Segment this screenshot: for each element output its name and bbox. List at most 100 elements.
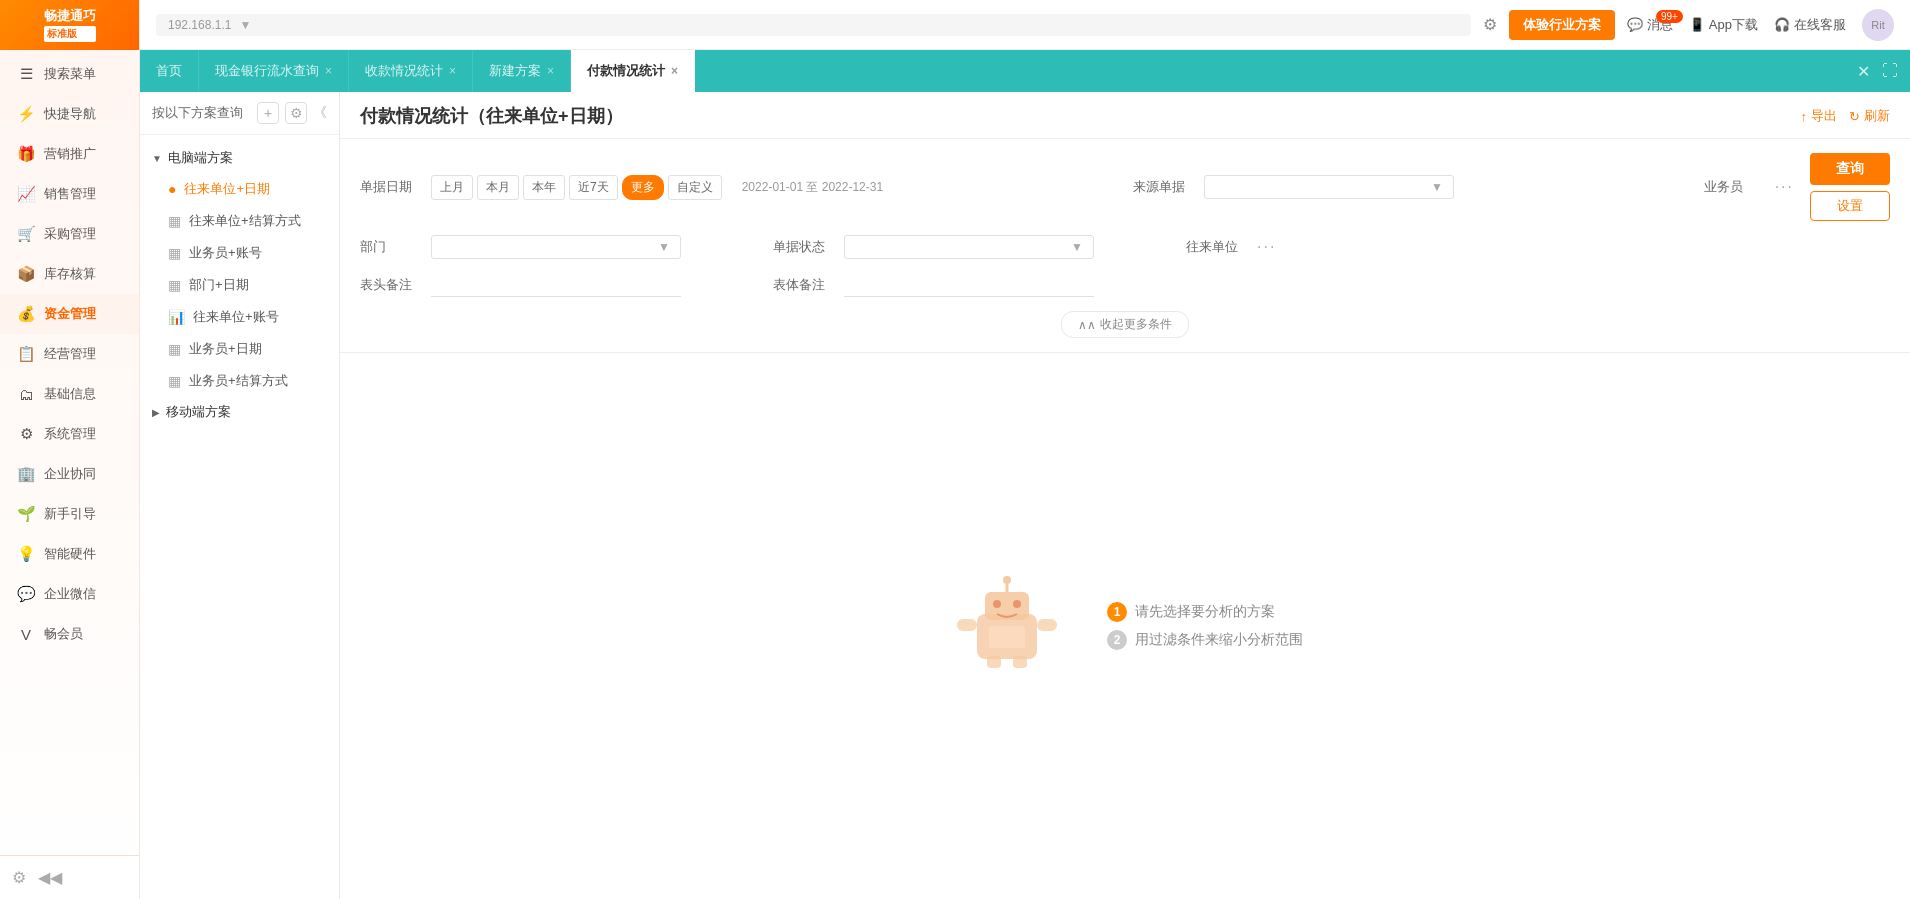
scheme-group-mobile-title[interactable]: ▶ 移动端方案 (140, 397, 339, 427)
svg-rect-6 (957, 619, 977, 631)
scheme-item-unit-settle[interactable]: ▦ 往来单位+结算方式 (140, 205, 339, 237)
user-avatar[interactable]: Rit (1862, 9, 1894, 41)
scheme-item-dept-date-icon: ▦ (168, 277, 181, 293)
tab-newplan[interactable]: 新建方案 × (473, 50, 571, 92)
sidebar-item-management-label: 经营管理 (44, 345, 96, 363)
page-title-bar: 付款情况统计（往来单位+日期） ↑ 导出 ↻ 刷新 (340, 92, 1910, 139)
gear-small-icon: ⚙ (290, 105, 303, 121)
this-year-btn[interactable]: 本年 (523, 175, 565, 200)
tab-fullscreen-icon[interactable]: ⛶ (1882, 62, 1898, 80)
tab-bank[interactable]: 现金银行流水查询 × (199, 50, 349, 92)
topbar-settings-icon[interactable]: ⚙ (1483, 15, 1497, 34)
last7-btn[interactable]: 近7天 (569, 175, 618, 200)
sidebar-item-hardware[interactable]: 💡 智能硬件 (0, 534, 139, 574)
body-note-input[interactable] (844, 273, 1094, 297)
scheme-group-desktop-title[interactable]: ▼ 电脑端方案 (140, 143, 339, 173)
collapse-sidebar-icon[interactable]: ◀◀ (38, 868, 62, 887)
sidebar-item-enterprise[interactable]: 🏢 企业协同 (0, 454, 139, 494)
sidebar-item-basic[interactable]: 🗂 基础信息 (0, 374, 139, 414)
topbar: 192.168.1.1 ▼ ⚙ 体验行业方案 💬 消息 99+ 📱 App下载 … (140, 0, 1910, 50)
plus-icon: + (264, 105, 272, 121)
desktop-arrow-icon: ▼ (152, 153, 162, 164)
scheme-item-unit-settle-icon: ▦ (168, 213, 181, 229)
date-range-text: 2022-01-01 至 2022-12-31 (742, 179, 883, 196)
status-select[interactable]: ▼ (844, 235, 1094, 259)
more-btn[interactable]: 更多 (622, 175, 664, 200)
header-note-input[interactable] (431, 273, 681, 297)
topbar-msg[interactable]: 💬 消息 99+ (1627, 16, 1673, 34)
desktop-group-label: 电脑端方案 (168, 149, 233, 167)
scheme-header-title: 按以下方案查询 (152, 104, 249, 122)
scheme-item-unit-date[interactable]: ● 往来单位+日期 (140, 173, 339, 205)
topbar-app-download[interactable]: 📱 App下载 (1689, 16, 1758, 34)
page-title-actions: ↑ 导出 ↻ 刷新 (1801, 107, 1891, 125)
svg-rect-8 (987, 656, 1001, 668)
sidebar-item-sales[interactable]: 📈 销售管理 (0, 174, 139, 214)
sidebar-item-inventory[interactable]: 📦 库存核算 (0, 254, 139, 294)
sidebar-item-management[interactable]: 📋 经营管理 (0, 334, 139, 374)
scheme-item-staff-account[interactable]: ▦ 业务员+账号 (140, 237, 339, 269)
sidebar-item-weixin-label: 企业微信 (44, 585, 96, 603)
sidebar-item-weixin[interactable]: 💬 企业微信 (0, 574, 139, 614)
scheme-collapse-btn[interactable]: 《 (313, 104, 327, 122)
sidebar-item-finance[interactable]: 💰 资金管理 (0, 294, 139, 334)
app-logo: 畅捷通巧 标准版 (0, 0, 139, 50)
refresh-icon: ↻ (1849, 109, 1860, 124)
topbar-service[interactable]: 🎧 在线客服 (1774, 16, 1846, 34)
collapse-more-btn[interactable]: ∧∧ 收起更多条件 (1061, 311, 1189, 338)
page-title: 付款情况统计（往来单位+日期） (360, 104, 623, 128)
mobile-arrow-icon: ▶ (152, 407, 160, 418)
scheme-group-desktop: ▼ 电脑端方案 ● 往来单位+日期 ▦ 往来单位+结算方式 ▦ 业务员+账号 (140, 143, 339, 397)
sidebar-item-guide-label: 新手引导 (44, 505, 96, 523)
scheme-item-unit-account[interactable]: 📊 往来单位+账号 (140, 301, 339, 333)
tab-receipt-close[interactable]: × (449, 64, 456, 78)
tab-bar: 首页 现金银行流水查询 × 收款情况统计 × 新建方案 × 付款情况统计 × ✕… (140, 50, 1910, 92)
tab-home[interactable]: 首页 (140, 50, 199, 92)
hint-text-1: 请先选择要分析的方案 (1135, 603, 1275, 621)
sidebar-item-search-label: 搜索菜单 (44, 65, 96, 83)
unit-label: 往来单位 (1186, 238, 1241, 256)
export-icon: ↑ (1801, 109, 1808, 124)
dept-select[interactable]: ▼ (431, 235, 681, 259)
page-body: 按以下方案查询 + ⚙ 《 ▼ 电脑端方案 (140, 92, 1910, 899)
tab-payment-close[interactable]: × (671, 64, 678, 78)
sidebar-item-quicknav[interactable]: ⚡ 快捷导航 (0, 94, 139, 134)
scheme-item-staff-settle[interactable]: ▦ 业务员+结算方式 (140, 365, 339, 397)
refresh-label: 刷新 (1864, 107, 1890, 125)
unit-dots-btn[interactable]: ··· (1257, 238, 1276, 256)
tab-receipt[interactable]: 收款情况统计 × (349, 50, 473, 92)
settings-footer-icon[interactable]: ⚙ (12, 868, 26, 887)
sidebar-item-member[interactable]: V 畅会员 (0, 614, 139, 654)
sidebar-item-purchase[interactable]: 🛒 采购管理 (0, 214, 139, 254)
settings-btn[interactable]: 设置 (1810, 191, 1890, 221)
scheme-item-staff-date[interactable]: ▦ 业务员+日期 (140, 333, 339, 365)
tab-payment[interactable]: 付款情况统计 × (571, 50, 695, 92)
query-btn[interactable]: 查询 (1810, 153, 1890, 185)
export-btn[interactable]: ↑ 导出 (1801, 107, 1838, 125)
sidebar-item-marketing[interactable]: 🎁 营销推广 (0, 134, 139, 174)
tab-bank-close[interactable]: × (325, 64, 332, 78)
tab-newplan-close[interactable]: × (547, 64, 554, 78)
scheme-item-dept-date[interactable]: ▦ 部门+日期 (140, 269, 339, 301)
inventory-icon: 📦 (16, 264, 36, 284)
sidebar-item-system[interactable]: ⚙ 系统管理 (0, 414, 139, 454)
sidebar-item-quicknav-label: 快捷导航 (44, 105, 96, 123)
sidebar-item-search[interactable]: ☰ 搜索菜单 (0, 54, 139, 94)
tab-close-all-icon[interactable]: ✕ (1857, 62, 1870, 81)
svg-rect-7 (1037, 619, 1057, 631)
refresh-btn[interactable]: ↻ 刷新 (1849, 107, 1890, 125)
custom-btn[interactable]: 自定义 (668, 175, 722, 200)
staff-dots-btn[interactable]: ··· (1775, 178, 1794, 196)
scheme-item-staff-account-label: 业务员+账号 (189, 244, 262, 262)
scheme-add-btn[interactable]: + (257, 102, 279, 124)
scheme-setting-btn[interactable]: ⚙ (285, 102, 307, 124)
source-select[interactable]: ▼ (1204, 175, 1454, 199)
this-month-btn[interactable]: 本月 (477, 175, 519, 200)
scheme-item-staff-settle-label: 业务员+结算方式 (189, 372, 288, 390)
svg-point-3 (1013, 600, 1021, 608)
last-month-btn[interactable]: 上月 (431, 175, 473, 200)
hint-item-2: 2 用过滤条件来缩小分析范围 (1107, 630, 1303, 650)
empty-hints: 1 请先选择要分析的方案 2 用过滤条件来缩小分析范围 (1107, 602, 1303, 650)
trial-btn[interactable]: 体验行业方案 (1509, 10, 1615, 40)
sidebar-item-guide[interactable]: 🌱 新手引导 (0, 494, 139, 534)
